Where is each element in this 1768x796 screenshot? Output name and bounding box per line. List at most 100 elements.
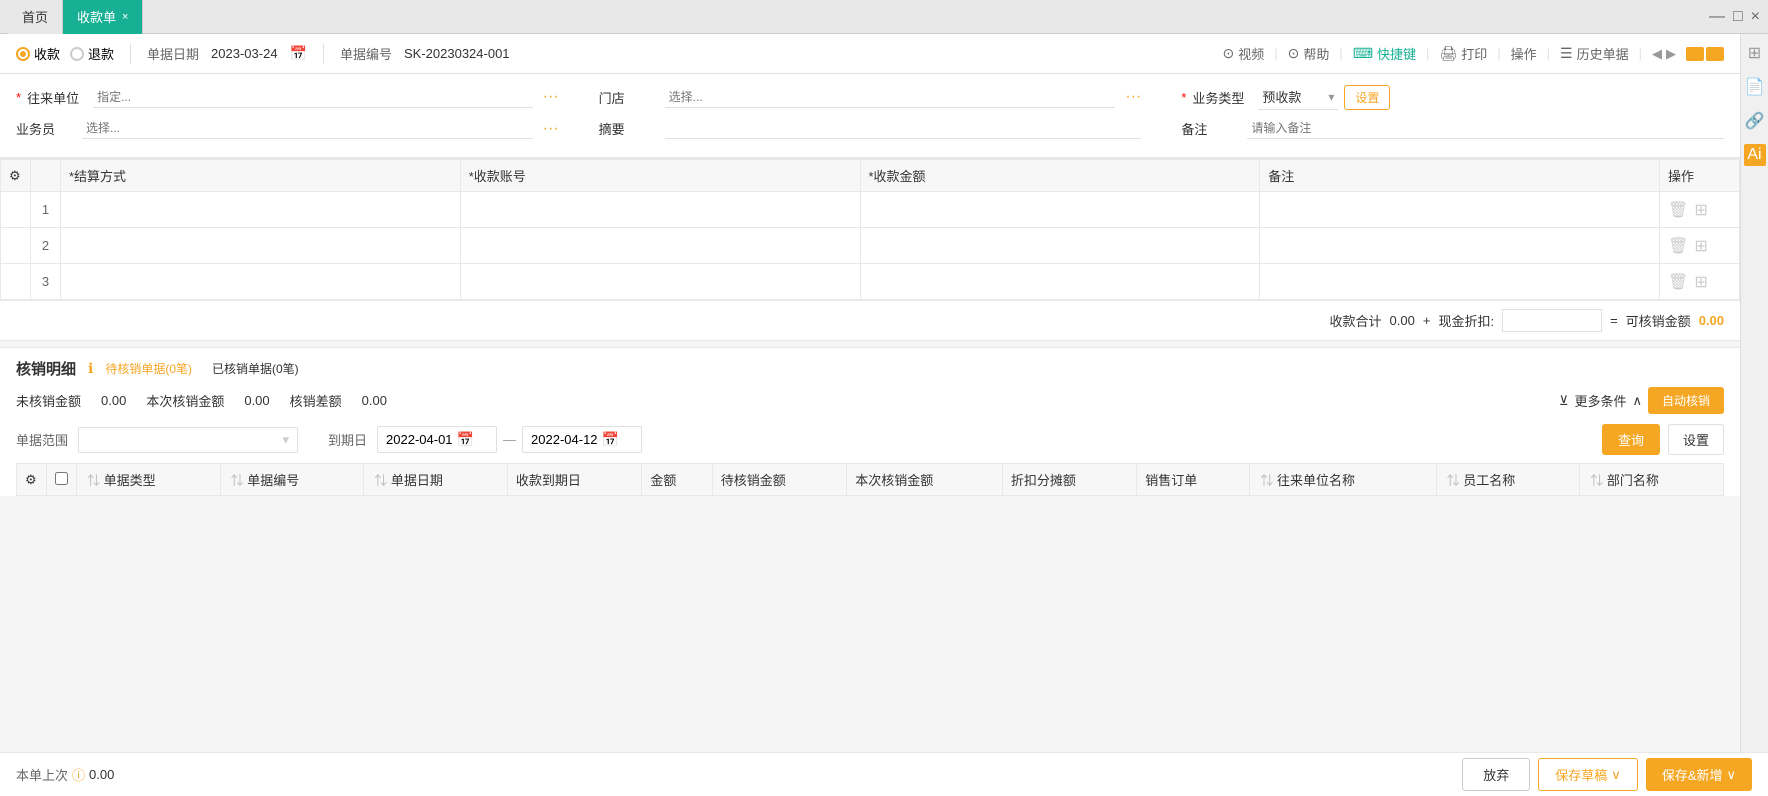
nav-arrows: ◀ ▶ — [1652, 46, 1676, 62]
sidebar-doc-icon[interactable]: 📄 — [1744, 76, 1766, 98]
sidebar-link-icon[interactable]: 🔗 — [1744, 110, 1766, 132]
calendar-icon[interactable]: 📅 — [290, 45, 307, 62]
date-to-wrapper: 2022-04-12 📅 — [522, 426, 642, 453]
row-2-notes-input[interactable] — [1260, 228, 1659, 263]
summary-input[interactable] — [665, 118, 1142, 139]
row-3-payment[interactable] — [61, 264, 461, 300]
grid-view-btn[interactable] — [1706, 47, 1724, 61]
row-3-amount-input[interactable] — [861, 264, 1260, 299]
window-maximize-btn[interactable]: □ — [1733, 8, 1743, 26]
row-1-amount-input[interactable] — [861, 192, 1260, 227]
row-2-account-input[interactable] — [461, 228, 860, 263]
counterpart-input[interactable] — [93, 87, 533, 108]
row-1-notes[interactable] — [1260, 192, 1660, 228]
row-1-payment-input[interactable] — [61, 192, 460, 227]
biz-type-settings-btn[interactable]: 设置 — [1344, 85, 1390, 110]
bt-col-staff: ⇅ 员工名称 — [1436, 464, 1580, 496]
history-action[interactable]: ☰ 历史单据 — [1560, 44, 1629, 63]
doc-range-select[interactable]: ▾ — [78, 427, 298, 453]
row-3-account-input[interactable] — [461, 264, 860, 299]
operate-action[interactable]: 操作 — [1511, 44, 1537, 63]
more-conditions-label: 更多条件 — [1574, 391, 1626, 410]
row-3-delete-icon[interactable]: 🗑 — [1668, 272, 1688, 292]
query-btn[interactable]: 查询 — [1602, 424, 1660, 455]
list-view-btn[interactable] — [1686, 47, 1704, 61]
window-minimize-btn[interactable]: — — [1709, 8, 1725, 26]
store-input[interactable] — [665, 87, 1116, 108]
nav-prev[interactable]: ◀ — [1652, 46, 1662, 62]
bt-due-date-label: 收款到期日 — [516, 473, 581, 488]
verify-done-tab[interactable]: 已核销单据(0笔) — [212, 360, 299, 377]
row-3-notes[interactable] — [1260, 264, 1660, 300]
help-icon: ⊙ — [1288, 45, 1300, 62]
save-draft-btn[interactable]: 保存草稿 ∨ — [1538, 758, 1638, 791]
help-action[interactable]: ⊙ 帮助 — [1288, 44, 1330, 63]
row-2-notes[interactable] — [1260, 228, 1660, 264]
row-2-copy-icon[interactable]: ⊞ — [1694, 236, 1707, 256]
row-3-notes-input[interactable] — [1260, 264, 1659, 299]
row-2-account[interactable] — [460, 228, 860, 264]
summary-row: 收款合计 0.00 + 现金折扣: = 可核销金额 0.00 — [0, 300, 1740, 340]
save-new-btn[interactable]: 保存&新增 ∨ — [1646, 758, 1752, 791]
row-1-account-input[interactable] — [461, 192, 860, 227]
tab-home[interactable]: 首页 — [8, 0, 63, 34]
sidebar-table-icon[interactable]: ⊞ — [1744, 42, 1766, 64]
row-1-notes-input[interactable] — [1260, 192, 1659, 227]
cal-to-icon[interactable]: 📅 — [602, 431, 619, 448]
video-action[interactable]: ⊙ 视频 — [1223, 44, 1265, 63]
radio-refund[interactable]: 退款 — [70, 44, 114, 63]
row-3-payment-input[interactable] — [61, 264, 460, 299]
store-more-btn[interactable]: ··· — [1125, 88, 1141, 106]
right-sidebar: ⊞ 📄 🔗 Ai — [1740, 34, 1768, 796]
history-icon: ☰ — [1560, 45, 1573, 62]
notes-input[interactable] — [1247, 118, 1724, 139]
row-3-copy-icon[interactable]: ⊞ — [1694, 272, 1707, 292]
footer-info-icon[interactable]: ⓘ — [72, 765, 85, 784]
tab-receipt[interactable]: 收款单 × — [63, 0, 143, 34]
settings-gear-icon: ⚙ — [9, 168, 21, 183]
abandon-btn[interactable]: 放弃 — [1462, 758, 1530, 791]
radio-receipt[interactable]: 收款 — [16, 44, 60, 63]
bt-col-checkbox[interactable] — [47, 464, 77, 496]
shortcut-action[interactable]: ⌨ 快捷键 — [1353, 44, 1416, 63]
bt-select-all[interactable] — [55, 472, 68, 485]
bt-col-amount: 金额 — [642, 464, 712, 496]
row-2-payment-input[interactable] — [61, 228, 460, 263]
row-2-settings — [1, 228, 31, 264]
bt-doc-date-label: 单据日期 — [391, 473, 443, 488]
bt-col-doc-no: ⇅ 单据编号 — [220, 464, 364, 496]
row-2-payment[interactable] — [61, 228, 461, 264]
row-1-amount[interactable] — [860, 192, 1260, 228]
staff-more-btn[interactable]: ··· — [543, 120, 559, 138]
row-3-amount[interactable] — [860, 264, 1260, 300]
discount-input[interactable] — [1502, 309, 1602, 332]
more-conditions-btn[interactable]: ⊻ 更多条件 ∧ 自动核销 — [1559, 387, 1724, 414]
bt-col-settings[interactable]: ⚙ — [17, 464, 47, 496]
diff-label: 核销差额 — [290, 391, 342, 410]
biz-type-label: 业务类型 — [1192, 88, 1252, 107]
row-1-payment[interactable] — [61, 192, 461, 228]
biz-type-select[interactable]: 预收款 ▾ — [1258, 84, 1338, 110]
row-2-amount[interactable] — [860, 228, 1260, 264]
row-1-delete-icon[interactable]: 🗑 — [1668, 200, 1688, 220]
row-3-account[interactable] — [460, 264, 860, 300]
window-close-btn[interactable]: × — [1751, 8, 1760, 26]
cal-from-icon[interactable]: 📅 — [457, 431, 474, 448]
verify-settings-btn[interactable]: 设置 — [1668, 424, 1724, 455]
row-1-copy-icon[interactable]: ⊞ — [1694, 200, 1707, 220]
row-1-account[interactable] — [460, 192, 860, 228]
sidebar-ai-icon[interactable]: Ai — [1744, 144, 1766, 166]
staff-input[interactable] — [82, 118, 533, 139]
tab-receipt-close[interactable]: × — [122, 11, 128, 23]
auto-verify-btn[interactable]: 自动核销 — [1648, 387, 1724, 414]
print-action[interactable]: 🖨 打印 — [1439, 44, 1487, 63]
bt-settings-icon: ⚙ — [25, 472, 37, 487]
nav-next[interactable]: ▶ — [1666, 46, 1676, 62]
verify-pending-tab[interactable]: 待核销单据(0笔) — [105, 360, 192, 377]
tab-home-label: 首页 — [22, 7, 48, 26]
counterpart-more-btn[interactable]: ··· — [543, 88, 559, 106]
col-settings-header[interactable]: ⚙ — [1, 160, 31, 192]
row-2-delete-icon[interactable]: 🗑 — [1668, 236, 1688, 256]
row-2-amount-input[interactable] — [861, 228, 1260, 263]
verify-info-icon[interactable]: ℹ — [88, 360, 93, 377]
